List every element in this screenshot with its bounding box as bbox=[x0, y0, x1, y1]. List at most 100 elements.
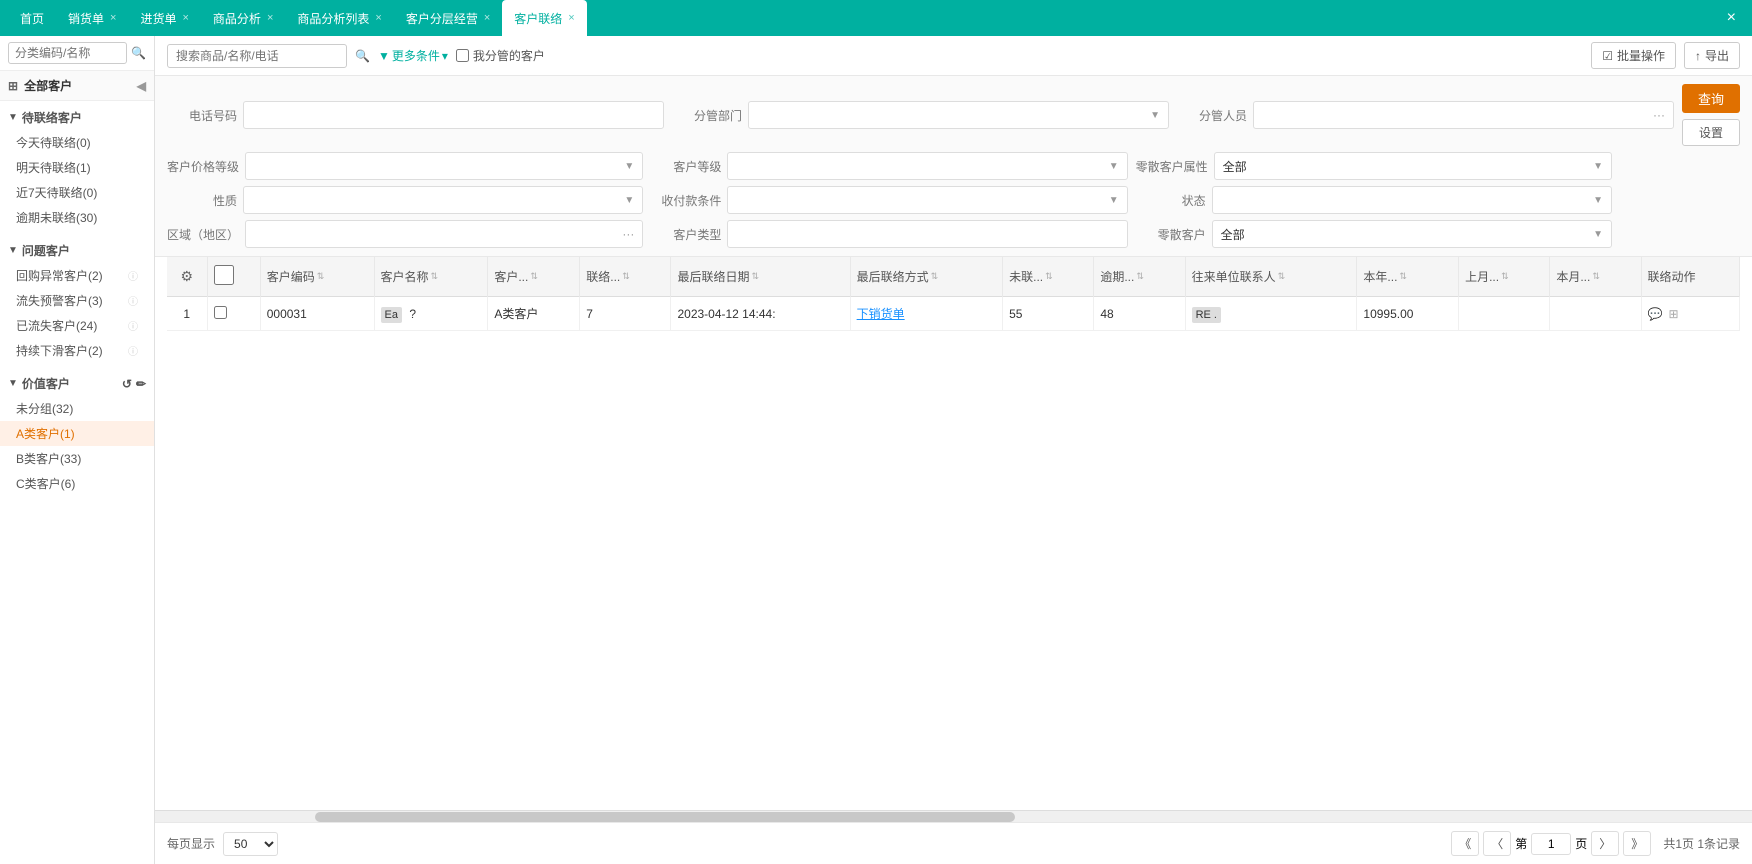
manager-dots-icon[interactable]: ··· bbox=[1653, 108, 1665, 122]
nav-purchase-close[interactable]: × bbox=[182, 12, 188, 24]
filter-group-department: 分管部门 ▼ bbox=[672, 101, 1169, 129]
first-page-button[interactable]: 《 bbox=[1451, 831, 1479, 856]
customer-type-input[interactable] bbox=[727, 220, 1127, 248]
th-grade[interactable]: 客户... ⇅ bbox=[488, 257, 580, 297]
th-this-year[interactable]: 本年... ⇅ bbox=[1357, 257, 1459, 297]
th-overdue[interactable]: 逾期... ⇅ bbox=[1094, 257, 1185, 297]
sidebar-section-title-problem[interactable]: ▼ 问题客户 bbox=[0, 238, 154, 263]
region-dots-icon[interactable]: ··· bbox=[622, 227, 634, 241]
nav-sales[interactable]: 销货单 × bbox=[56, 0, 128, 36]
nature-select[interactable]: ▼ bbox=[243, 186, 643, 214]
my-customers-checkbox[interactable]: 我分管的客户 bbox=[456, 47, 545, 64]
settings-button[interactable]: 设置 bbox=[1682, 119, 1740, 146]
sidebar-section-value: ▼ 价值客户 ↺ ✏ 未分组(32) A类客户(1) B类客户(33) C类客户… bbox=[0, 367, 154, 500]
nav-customer-segment[interactable]: 客户分层经营 × bbox=[394, 0, 502, 36]
more-filters-button[interactable]: ▼ 更多条件 ▾ bbox=[378, 47, 448, 64]
more-icon[interactable]: ⊞ bbox=[1668, 307, 1678, 321]
my-customers-check[interactable] bbox=[456, 49, 469, 62]
table-scroll-bar[interactable] bbox=[155, 810, 1752, 822]
payment-label: 收付款条件 bbox=[651, 192, 721, 209]
last-page-button[interactable]: 》 bbox=[1623, 831, 1651, 856]
th-this-month[interactable]: 本月... ⇅ bbox=[1550, 257, 1641, 297]
select-all-checkbox[interactable] bbox=[214, 265, 234, 285]
th-unit-contacts[interactable]: 往来单位联系人 ⇅ bbox=[1185, 257, 1357, 297]
th-settings[interactable]: ⚙ bbox=[167, 257, 207, 297]
th-last-month[interactable]: 上月... ⇅ bbox=[1459, 257, 1550, 297]
cell-contacts: RE . bbox=[1185, 297, 1357, 331]
info-icon-2: ⓘ bbox=[128, 293, 138, 308]
sidebar-section-title-pending[interactable]: ▼ 待联络客户 bbox=[0, 105, 154, 130]
sidebar-item-tomorrow[interactable]: 明天待联络(1) bbox=[0, 155, 154, 180]
sidebar-search-icon[interactable]: 🔍 bbox=[131, 46, 146, 60]
sidebar-search-input[interactable] bbox=[8, 42, 127, 64]
sidebar-section-title-value[interactable]: ▼ 价值客户 ↺ ✏ bbox=[0, 371, 154, 396]
filter-group-price-level: 客户价格等级 ▼ bbox=[167, 152, 643, 180]
department-select[interactable]: ▼ bbox=[748, 101, 1169, 129]
nav-customer-contact-close[interactable]: × bbox=[568, 12, 574, 24]
cell-not-contact: 55 bbox=[1003, 297, 1094, 331]
page-input[interactable] bbox=[1531, 833, 1571, 855]
filter-row-3: 性质 ▼ 收付款条件 ▼ 状态 bbox=[167, 186, 1740, 214]
nav-home[interactable]: 首页 bbox=[8, 0, 56, 36]
search-input[interactable] bbox=[167, 44, 347, 68]
sidebar-item-churned[interactable]: 已流失客户(24) ⓘ bbox=[0, 313, 154, 338]
nav-customer-contact[interactable]: 客户联络 × bbox=[502, 0, 586, 36]
nav-sales-close[interactable]: × bbox=[110, 12, 116, 24]
sidebar-item-repurchase-abnormal[interactable]: 回购异常客户(2) ⓘ bbox=[0, 263, 154, 288]
refresh-icon[interactable]: ↺ bbox=[122, 377, 132, 391]
nav-purchase[interactable]: 进货单 × bbox=[128, 0, 200, 36]
th-contact[interactable]: 联络... ⇅ bbox=[580, 257, 671, 297]
gear-icon[interactable]: ⚙ bbox=[180, 268, 193, 284]
message-icon[interactable]: 💬 bbox=[1648, 307, 1663, 321]
cell-checkbox[interactable] bbox=[207, 297, 260, 331]
customer-level-select[interactable]: ▼ bbox=[727, 152, 1127, 180]
nav-product-analysis[interactable]: 商品分析 × bbox=[201, 0, 285, 36]
th-name[interactable]: 客户名称 ⇅ bbox=[374, 257, 488, 297]
sidebar-collapse-button[interactable]: ◀ bbox=[137, 79, 146, 93]
sidebar-item-ungrouped[interactable]: 未分组(32) bbox=[0, 396, 154, 421]
advanced-filters: 电话号码 分管部门 ▼ 分管人员 ··· 查询 bbox=[155, 76, 1752, 257]
sidebar-item-overdue[interactable]: 逾期未联络(30) bbox=[0, 205, 154, 230]
prev-page-button[interactable]: 〈 bbox=[1483, 831, 1511, 856]
manager-input[interactable]: ··· bbox=[1253, 101, 1674, 129]
edit-icon[interactable]: ✏ bbox=[136, 377, 146, 391]
query-button[interactable]: 查询 bbox=[1682, 84, 1740, 113]
phone-input[interactable] bbox=[243, 101, 664, 129]
sidebar-item-churn-warning[interactable]: 流失预警客户(3) ⓘ bbox=[0, 288, 154, 313]
sidebar-item-c-class[interactable]: C类客户(6) bbox=[0, 471, 154, 496]
nav-product-list[interactable]: 商品分析列表 × bbox=[285, 0, 393, 36]
price-level-arrow-icon: ▼ bbox=[624, 161, 634, 172]
sort-icon-this-month: ⇅ bbox=[1592, 271, 1600, 282]
sidebar-item-7days[interactable]: 近7天待联络(0) bbox=[0, 180, 154, 205]
next-page-button[interactable]: 〉 bbox=[1591, 831, 1619, 856]
sidebar-item-a-class[interactable]: A类客户(1) bbox=[0, 421, 154, 446]
sidebar-item-b-class[interactable]: B类客户(33) bbox=[0, 446, 154, 471]
region-input[interactable]: ··· bbox=[245, 220, 643, 248]
page-size-select[interactable]: 50 100 200 bbox=[223, 832, 278, 856]
cell-last-contact-type[interactable]: 下销货单 bbox=[850, 297, 1003, 331]
row-checkbox[interactable] bbox=[214, 306, 227, 319]
th-last-contact-type[interactable]: 最后联络方式 ⇅ bbox=[850, 257, 1003, 297]
price-level-select[interactable]: ▼ bbox=[245, 152, 643, 180]
scatter-customer-select[interactable]: 全部 ▼ bbox=[1212, 220, 1612, 248]
nav-product-analysis-close[interactable]: × bbox=[267, 12, 273, 24]
department-label: 分管部门 bbox=[672, 107, 742, 124]
scroll-bar-thumb[interactable] bbox=[315, 812, 1015, 822]
sidebar-item-today[interactable]: 今天待联络(0) bbox=[0, 130, 154, 155]
th-checkbox[interactable] bbox=[207, 257, 260, 297]
th-code[interactable]: 客户编码 ⇅ bbox=[260, 257, 374, 297]
close-all-button[interactable]: × bbox=[1719, 9, 1744, 27]
sidebar-item-declining[interactable]: 持续下滑客户(2) ⓘ bbox=[0, 338, 154, 363]
th-not-contact[interactable]: 未联... ⇅ bbox=[1003, 257, 1094, 297]
export-button[interactable]: ↑ 导出 bbox=[1684, 42, 1740, 69]
payment-select[interactable]: ▼ bbox=[727, 186, 1127, 214]
sidebar-header-label: 全部客户 bbox=[24, 77, 72, 94]
scatter-attr-select[interactable]: 全部 ▼ bbox=[1214, 152, 1612, 180]
status-select[interactable]: ▼ bbox=[1212, 186, 1612, 214]
search-button[interactable]: 🔍 bbox=[355, 49, 370, 63]
nav-customer-segment-close[interactable]: × bbox=[484, 12, 490, 24]
batch-operation-button[interactable]: ☑ 批量操作 bbox=[1591, 42, 1676, 69]
th-last-contact-date[interactable]: 最后联络日期 ⇅ bbox=[671, 257, 850, 297]
nav-product-list-close[interactable]: × bbox=[375, 12, 381, 24]
last-contact-type-link[interactable]: 下销货单 bbox=[857, 307, 905, 321]
